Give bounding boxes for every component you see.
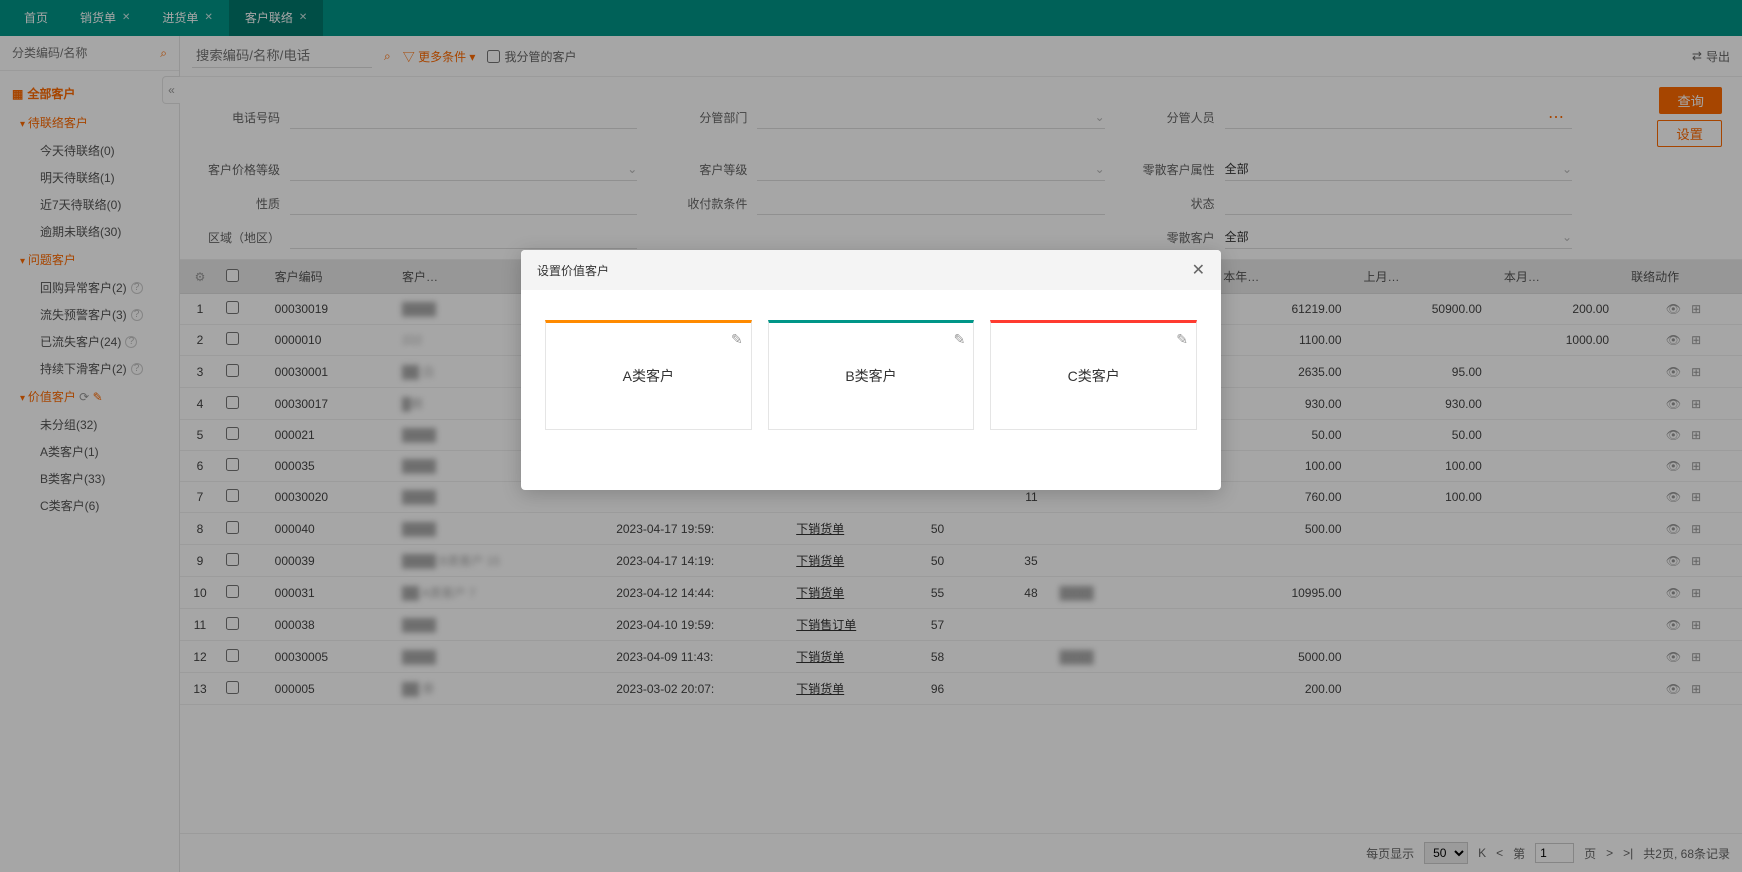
modal-title: 设置价值客户 xyxy=(537,262,609,279)
modal-close-button[interactable]: ✕ xyxy=(1192,260,1205,280)
edit-icon[interactable]: ✎ xyxy=(731,331,743,348)
edit-icon[interactable]: ✎ xyxy=(954,331,966,348)
edit-icon[interactable]: ✎ xyxy=(1176,331,1188,348)
value-customer-modal: 设置价值客户 ✕ ✎A类客户 ✎B类客户 ✎C类客户 xyxy=(521,250,1221,490)
card-class-b[interactable]: ✎B类客户 xyxy=(768,320,975,430)
card-class-a[interactable]: ✎A类客户 xyxy=(545,320,752,430)
modal-overlay[interactable]: 设置价值客户 ✕ ✎A类客户 ✎B类客户 ✎C类客户 xyxy=(0,0,1742,872)
card-class-c[interactable]: ✎C类客户 xyxy=(990,320,1197,430)
